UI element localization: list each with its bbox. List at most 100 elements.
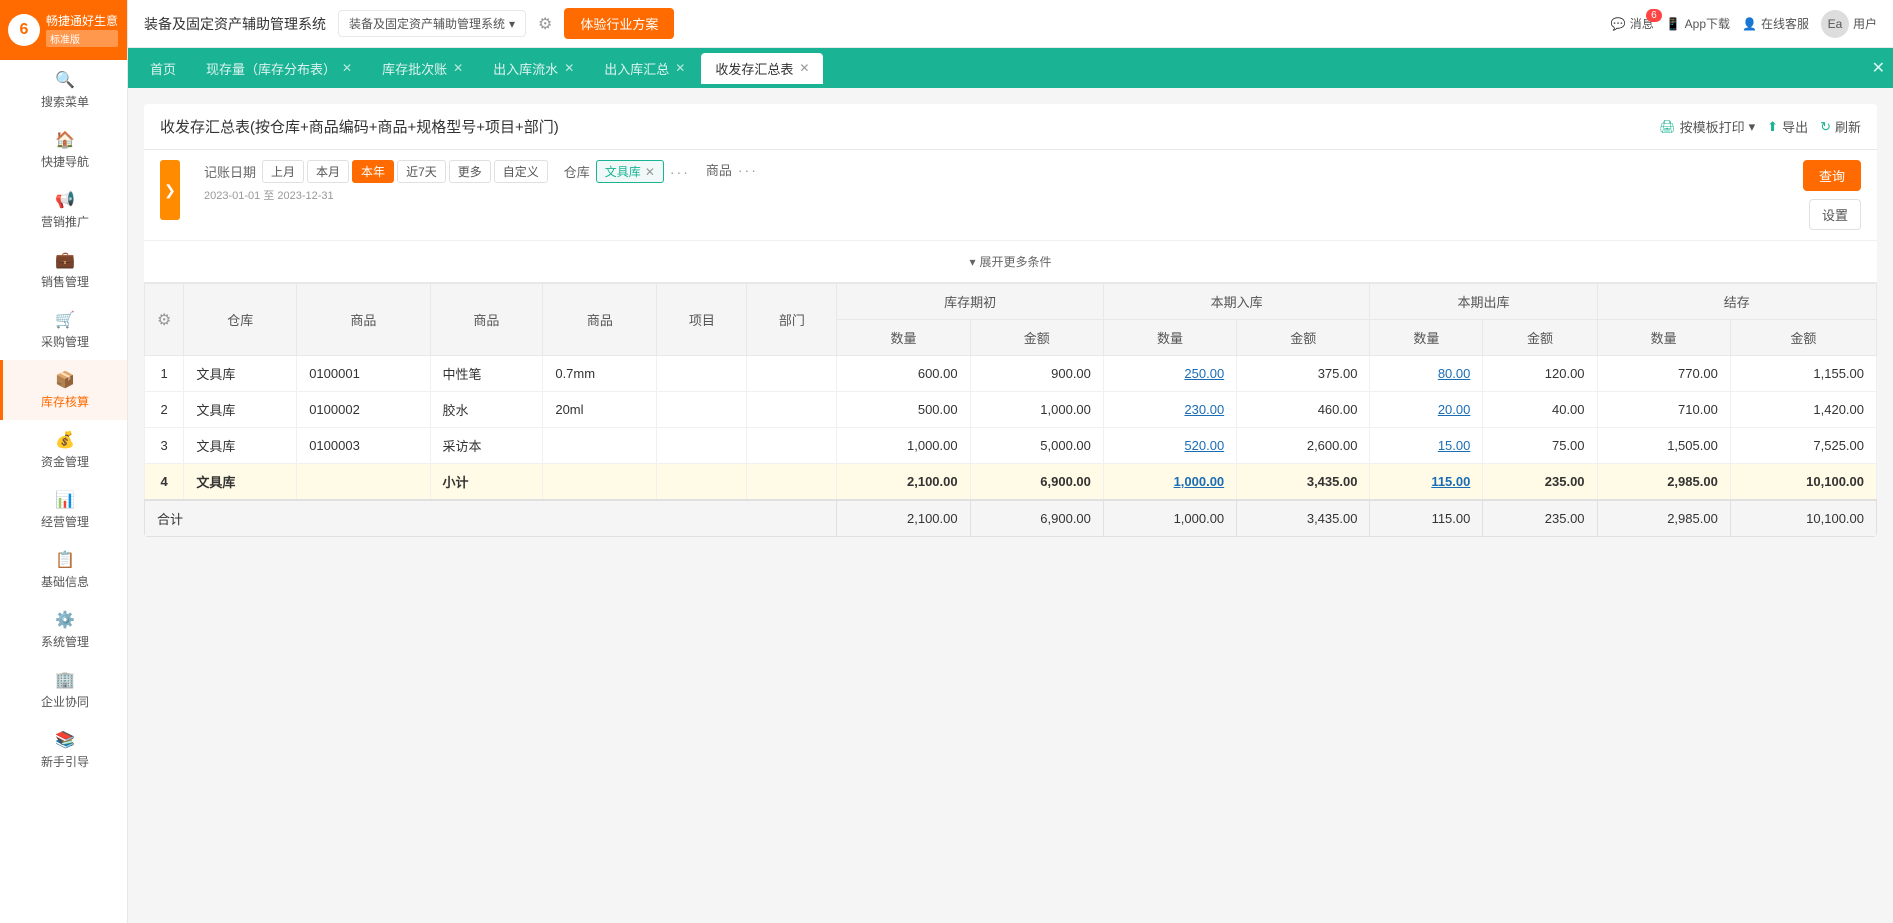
total-balance-amt: 10,100.00 [1730, 500, 1876, 537]
search-icon: 🔍 [55, 70, 75, 90]
row-project-0 [657, 356, 747, 392]
app-download-btn[interactable]: 📱 App下载 [1666, 15, 1730, 32]
project-col-header: 项目 [657, 284, 747, 356]
tab-home[interactable]: 首页 [136, 53, 190, 84]
goods-spec-col-header: 商品 [543, 284, 657, 356]
filter-collapse-btn[interactable]: ❯ [160, 160, 180, 220]
sidebar-item-enterprise[interactable]: 🏢企业协同 [0, 660, 127, 720]
top-header: 装备及固定资产辅助管理系统 装备及固定资产辅助管理系统 ▾ ⚙ 体验行业方案 💬… [128, 0, 1893, 48]
total-in-qty: 1,000.00 [1103, 500, 1236, 537]
table-settings-gear-icon[interactable]: ⚙ [157, 312, 171, 329]
date-range-display: 2023-01-01 至 2023-12-31 [204, 187, 548, 203]
tab-inventory-dist[interactable]: 现存量（库存分布表）✕ [192, 53, 366, 84]
subtotal-warehouse: 文具库 [184, 464, 297, 501]
sidebar-item-label-search: 搜索菜单 [41, 93, 89, 110]
sidebar-item-business[interactable]: 📊经营管理 [0, 480, 127, 540]
sidebar-item-label-business: 经营管理 [41, 513, 89, 530]
row-opening-qty-0: 600.00 [837, 356, 970, 392]
close-all-tabs-btn[interactable]: ✕ [1872, 58, 1885, 78]
sidebar-item-label-quicknav: 快捷导航 [41, 153, 89, 170]
subtotal-in-qty[interactable]: 1,000.00 [1103, 464, 1236, 501]
tab-label-batch-ledger: 库存批次账 [382, 59, 447, 78]
sidebar-item-newbie[interactable]: 📚新手引导 [0, 720, 127, 780]
inventory-icon: 📦 [55, 370, 75, 390]
main-content: 装备及固定资产辅助管理系统 装备及固定资产辅助管理系统 ▾ ⚙ 体验行业方案 💬… [128, 0, 1893, 923]
tab-close-batch-ledger[interactable]: ✕ [453, 62, 463, 74]
goods-more-btn[interactable]: ··· [738, 162, 758, 178]
print-template-btn[interactable]: 🖨 按模板打印 ▾ [1659, 117, 1755, 136]
total-opening-amt: 6,900.00 [970, 500, 1103, 537]
tab-in-out-summary[interactable]: 出入库汇总✕ [590, 53, 699, 84]
row-in-qty-0[interactable]: 250.00 [1103, 356, 1236, 392]
in-amt-header: 金额 [1237, 320, 1370, 356]
sidebar-item-inventory[interactable]: 📦库存核算 [0, 360, 127, 420]
tab-bar: 首页现存量（库存分布表）✕库存批次账✕出入库流水✕出入库汇总✕收发存汇总表✕✕ [128, 48, 1893, 88]
row-in-amt-0: 375.00 [1237, 356, 1370, 392]
tab-in-out-flow[interactable]: 出入库流水✕ [479, 53, 588, 84]
date-more-btn[interactable]: 更多 [449, 160, 491, 183]
sidebar-item-label-enterprise: 企业协同 [41, 693, 89, 710]
table-row: 1 文具库 0100001 中性笔 0.7mm 600.00 900.00 25… [145, 356, 1877, 392]
row-in-qty-1[interactable]: 230.00 [1103, 392, 1236, 428]
tab-batch-ledger[interactable]: 库存批次账 ✕ [368, 53, 477, 84]
sidebar-item-search[interactable]: 🔍 搜索菜单 [0, 60, 127, 120]
subtotal-in-amt: 3,435.00 [1237, 464, 1370, 501]
date-7days-btn[interactable]: 近7天 [397, 160, 446, 183]
sidebar-item-sales[interactable]: 💼销售管理 [0, 240, 127, 300]
sidebar-logo: 6 畅捷通好生意 标准版 [0, 0, 127, 60]
tab-close-in-out-summary[interactable]: ✕ [675, 62, 685, 74]
sidebar-item-basic[interactable]: 📋基础信息 [0, 540, 127, 600]
out-amt-header: 金额 [1483, 320, 1597, 356]
export-btn[interactable]: ⬆ 导出 [1767, 117, 1808, 136]
subtotal-name: 小计 [430, 464, 543, 501]
sidebar-item-quicknav[interactable]: 🏠快捷导航 [0, 120, 127, 180]
sidebar-item-finance[interactable]: 💰资金管理 [0, 420, 127, 480]
message-btn[interactable]: 💬 消息 6 [1611, 15, 1654, 32]
date-last-month-btn[interactable]: 上月 [262, 160, 304, 183]
sidebar-item-purchase[interactable]: 🛒采购管理 [0, 300, 127, 360]
warehouse-tag[interactable]: 文具库 ✕ [596, 160, 664, 183]
total-row: 合计 2,100.00 6,900.00 1,000.00 3,435.00 1… [145, 500, 1877, 537]
service-icon: 👤 [1742, 17, 1757, 31]
refresh-btn[interactable]: ↻ 刷新 [1820, 117, 1861, 136]
refresh-icon: ↻ [1820, 119, 1831, 135]
subtotal-out-amt: 235.00 [1483, 464, 1597, 501]
row-out-qty-2[interactable]: 15.00 [1370, 428, 1483, 464]
table-header-row1: ⚙ 仓库 商品 商品 商品 项目 部门 库存期初 本期入库 本期出库 结存 [145, 284, 1877, 320]
subtotal-out-qty[interactable]: 115.00 [1370, 464, 1483, 501]
date-this-month-btn[interactable]: 本月 [307, 160, 349, 183]
user-btn[interactable]: Ea 用户 [1821, 10, 1877, 38]
row-out-amt-2: 75.00 [1483, 428, 1597, 464]
date-this-year-btn[interactable]: 本年 [352, 160, 394, 183]
sidebar-item-label-basic: 基础信息 [41, 573, 89, 590]
setting-btn[interactable]: 设置 [1809, 199, 1861, 230]
row-in-qty-2[interactable]: 520.00 [1103, 428, 1236, 464]
warehouse-more-btn[interactable]: ··· [670, 164, 690, 180]
try-industry-btn[interactable]: 体验行业方案 [564, 8, 674, 39]
expand-conditions-btn[interactable]: ▾ 展开更多条件 [969, 253, 1051, 270]
row-balance-qty-2: 1,505.00 [1597, 428, 1730, 464]
tab-close-inventory-dist[interactable]: ✕ [342, 62, 352, 74]
subtotal-empty-project [657, 464, 747, 501]
system-dropdown[interactable]: 装备及固定资产辅助管理系统 ▾ [338, 10, 526, 37]
logo-icon: 6 [8, 14, 40, 46]
row-out-qty-1[interactable]: 20.00 [1370, 392, 1483, 428]
date-custom-btn[interactable]: 自定义 [494, 160, 548, 183]
warehouse-tag-remove[interactable]: ✕ [645, 165, 655, 179]
tab-close-receipt-summary[interactable]: ✕ [799, 62, 809, 74]
sidebar-item-system[interactable]: ⚙️系统管理 [0, 600, 127, 660]
gear-settings-icon[interactable]: ⚙ [538, 14, 552, 34]
row-opening-amt-1: 1,000.00 [970, 392, 1103, 428]
row-balance-qty-0: 770.00 [1597, 356, 1730, 392]
tab-receipt-summary[interactable]: 收发存汇总表✕ [701, 53, 823, 84]
sidebar-item-marketing[interactable]: 📢营销推广 [0, 180, 127, 240]
balance-qty-header: 数量 [1597, 320, 1730, 356]
row-project-1 [657, 392, 747, 428]
row-out-qty-0[interactable]: 80.00 [1370, 356, 1483, 392]
sidebar-item-label-marketing: 营销推广 [41, 213, 89, 230]
row-warehouse-1: 文具库 [184, 392, 297, 428]
warehouse-filter-section: 仓库 文具库 ✕ ··· [564, 160, 690, 183]
online-service-btn[interactable]: 👤 在线客服 [1742, 15, 1809, 32]
query-btn[interactable]: 查询 [1803, 160, 1861, 191]
tab-close-in-out-flow[interactable]: ✕ [564, 62, 574, 74]
